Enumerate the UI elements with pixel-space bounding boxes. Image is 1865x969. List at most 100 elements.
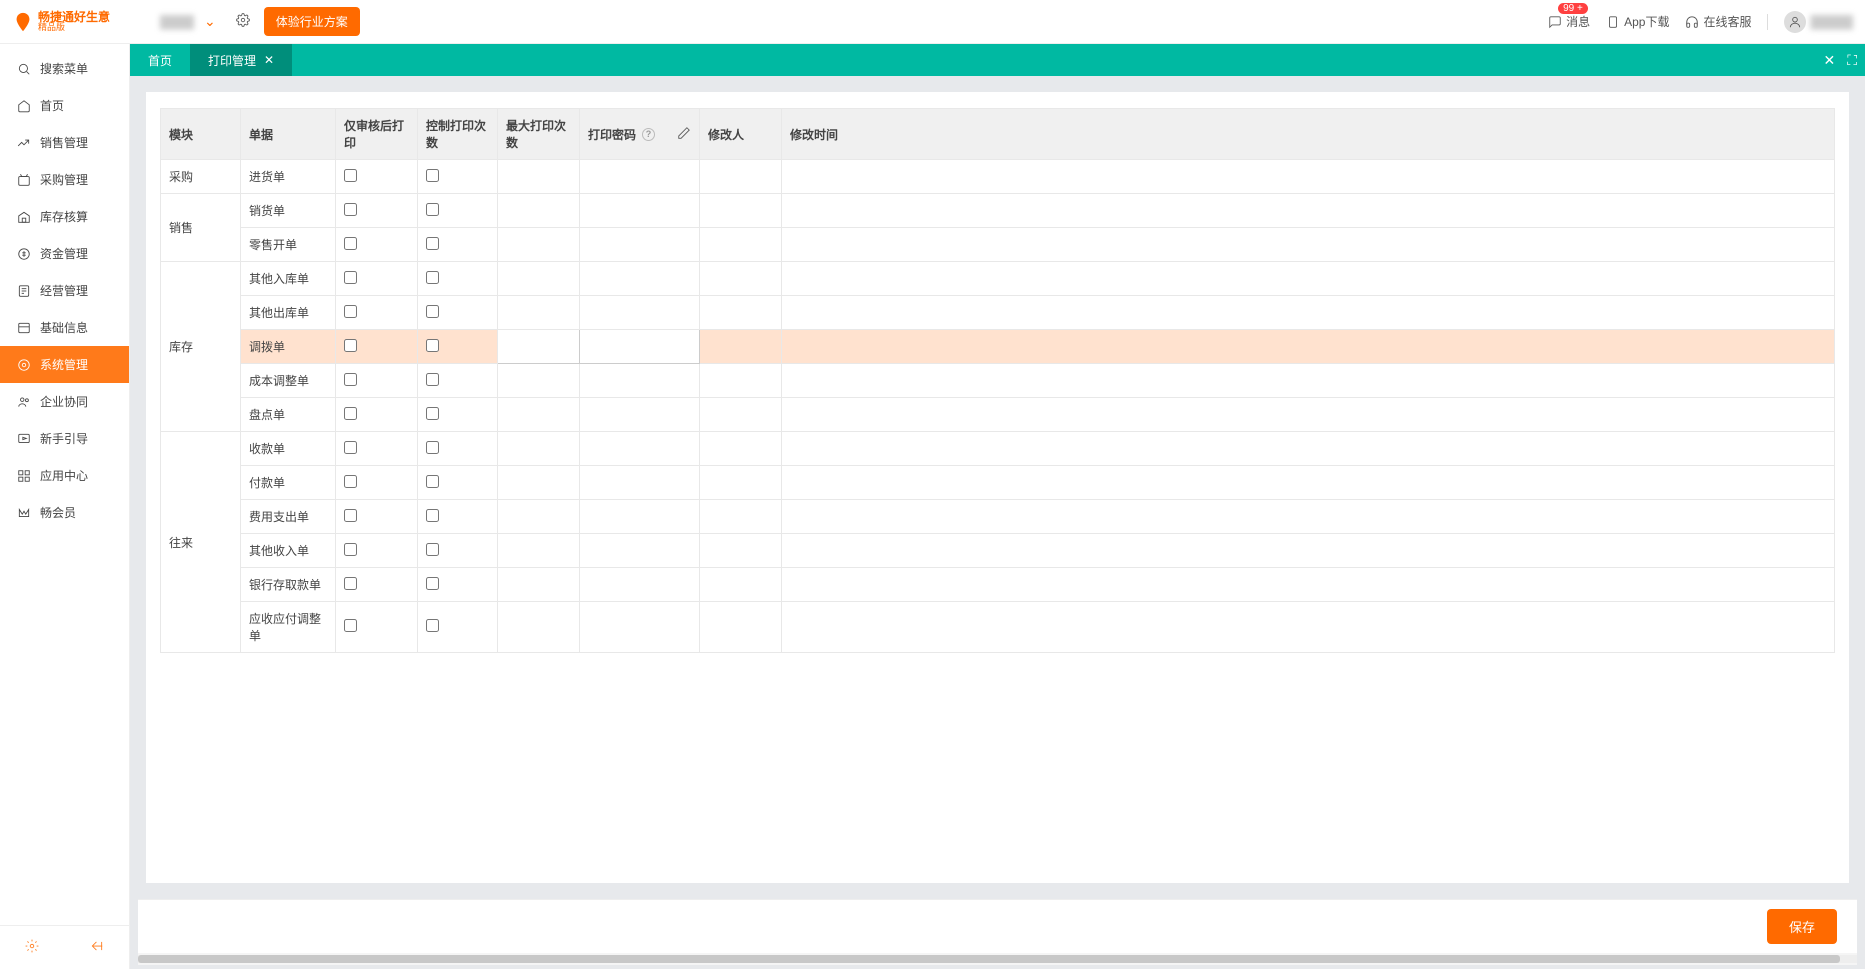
control-count-checkbox[interactable] [426,543,439,556]
audit-only-checkbox[interactable] [344,237,357,250]
sidebar-item-sales[interactable]: 销售管理 [0,124,129,161]
audit-only-checkbox[interactable] [344,373,357,386]
sidebar-item-team[interactable]: 企业协同 [0,383,129,420]
max-count-cell[interactable] [498,602,580,653]
password-cell[interactable] [580,296,700,330]
max-count-cell[interactable] [498,432,580,466]
control-count-checkbox[interactable] [426,509,439,522]
max-count-cell[interactable] [498,228,580,262]
control-count-checkbox[interactable] [426,577,439,590]
messages-button[interactable]: 99 + 消息 [1548,13,1590,30]
max-count-cell[interactable] [498,364,580,398]
sidebar-item-report[interactable]: 经营管理 [0,272,129,309]
audit-only-checkbox[interactable] [344,339,357,352]
horizontal-scrollbar[interactable] [138,953,1857,965]
password-cell[interactable] [580,602,700,653]
control-count-checkbox[interactable] [426,203,439,216]
control-count-checkbox[interactable] [426,237,439,250]
settings-gear-icon[interactable] [236,13,250,30]
collapse-icon[interactable] [90,939,104,956]
control-count-checkbox[interactable] [426,441,439,454]
max-count-cell[interactable] [498,398,580,432]
tab[interactable]: 打印管理✕ [190,44,292,76]
modifier-cell [700,602,782,653]
password-cell[interactable] [580,398,700,432]
user-menu[interactable]: █████ [1784,11,1853,33]
password-cell[interactable] [580,330,700,364]
sidebar-item-search[interactable]: 搜索菜单 [0,50,129,87]
max-count-cell[interactable] [498,568,580,602]
password-cell[interactable] [580,228,700,262]
industry-solution-button[interactable]: 体验行业方案 [264,7,360,36]
sidebar-item-vip[interactable]: 畅会员 [0,494,129,531]
help-icon[interactable]: ? [642,128,655,141]
sidebar-item-system[interactable]: 系统管理 [0,346,129,383]
max-count-cell[interactable] [498,466,580,500]
close-icon[interactable]: ✕ [264,53,274,67]
audit-only-checkbox[interactable] [344,577,357,590]
control-count-checkbox[interactable] [426,619,439,632]
edit-icon[interactable] [677,126,691,143]
audit-only-checkbox[interactable] [344,619,357,632]
sidebar-item-apps[interactable]: 应用中心 [0,457,129,494]
password-cell[interactable] [580,534,700,568]
control-count-checkbox[interactable] [426,169,439,182]
online-service-button[interactable]: 在线客服 [1685,13,1751,30]
password-cell[interactable] [580,160,700,194]
base-icon [16,320,32,336]
fullscreen-icon[interactable]: ⛶ [1847,52,1857,69]
password-cell[interactable] [580,364,700,398]
sidebar-item-purchase[interactable]: 采购管理 [0,161,129,198]
max-count-cell[interactable] [498,330,580,364]
modifier-cell [700,228,782,262]
modify-time-cell [782,262,1835,296]
table-row: 往来收款单 [161,432,1835,466]
audit-only-checkbox[interactable] [344,407,357,420]
control-count-checkbox[interactable] [426,407,439,420]
sidebar-item-stock[interactable]: 库存核算 [0,198,129,235]
max-count-cell[interactable] [498,296,580,330]
password-cell[interactable] [580,432,700,466]
max-count-cell[interactable] [498,500,580,534]
control-count-checkbox[interactable] [426,271,439,284]
password-cell[interactable] [580,568,700,602]
max-count-cell[interactable] [498,160,580,194]
audit-only-checkbox[interactable] [344,305,357,318]
max-count-cell[interactable] [498,194,580,228]
audit-checkbox-cell [336,500,418,534]
control-count-checkbox[interactable] [426,305,439,318]
sidebar-item-guide[interactable]: 新手引导 [0,420,129,457]
control-count-checkbox[interactable] [426,475,439,488]
control-count-checkbox[interactable] [426,339,439,352]
password-cell[interactable] [580,262,700,296]
password-cell[interactable] [580,466,700,500]
audit-only-checkbox[interactable] [344,169,357,182]
stock-icon [16,209,32,225]
table-row: 银行存取款单 [161,568,1835,602]
app-download-button[interactable]: App下载 [1606,13,1669,30]
audit-only-checkbox[interactable] [344,203,357,216]
tab-close-all-icon[interactable]: ✕ [1823,52,1835,69]
divider [1767,14,1768,30]
org-selector[interactable]: ████ ⌄ [150,8,226,36]
password-cell[interactable] [580,194,700,228]
settings-icon[interactable] [25,939,39,956]
max-count-cell[interactable] [498,262,580,296]
audit-only-checkbox[interactable] [344,509,357,522]
tab[interactable]: 首页 [130,44,190,76]
audit-only-checkbox[interactable] [344,543,357,556]
password-cell[interactable] [580,500,700,534]
modify-time-cell [782,602,1835,653]
audit-only-checkbox[interactable] [344,441,357,454]
sidebar-item-money[interactable]: 资金管理 [0,235,129,272]
max-count-cell[interactable] [498,534,580,568]
save-button[interactable]: 保存 [1767,909,1837,944]
audit-checkbox-cell [336,432,418,466]
sidebar-item-home[interactable]: 首页 [0,87,129,124]
sidebar-item-base[interactable]: 基础信息 [0,309,129,346]
sidebar-item-label: 搜索菜单 [40,60,88,77]
control-count-checkbox[interactable] [426,373,439,386]
audit-only-checkbox[interactable] [344,271,357,284]
audit-only-checkbox[interactable] [344,475,357,488]
modify-time-cell [782,466,1835,500]
